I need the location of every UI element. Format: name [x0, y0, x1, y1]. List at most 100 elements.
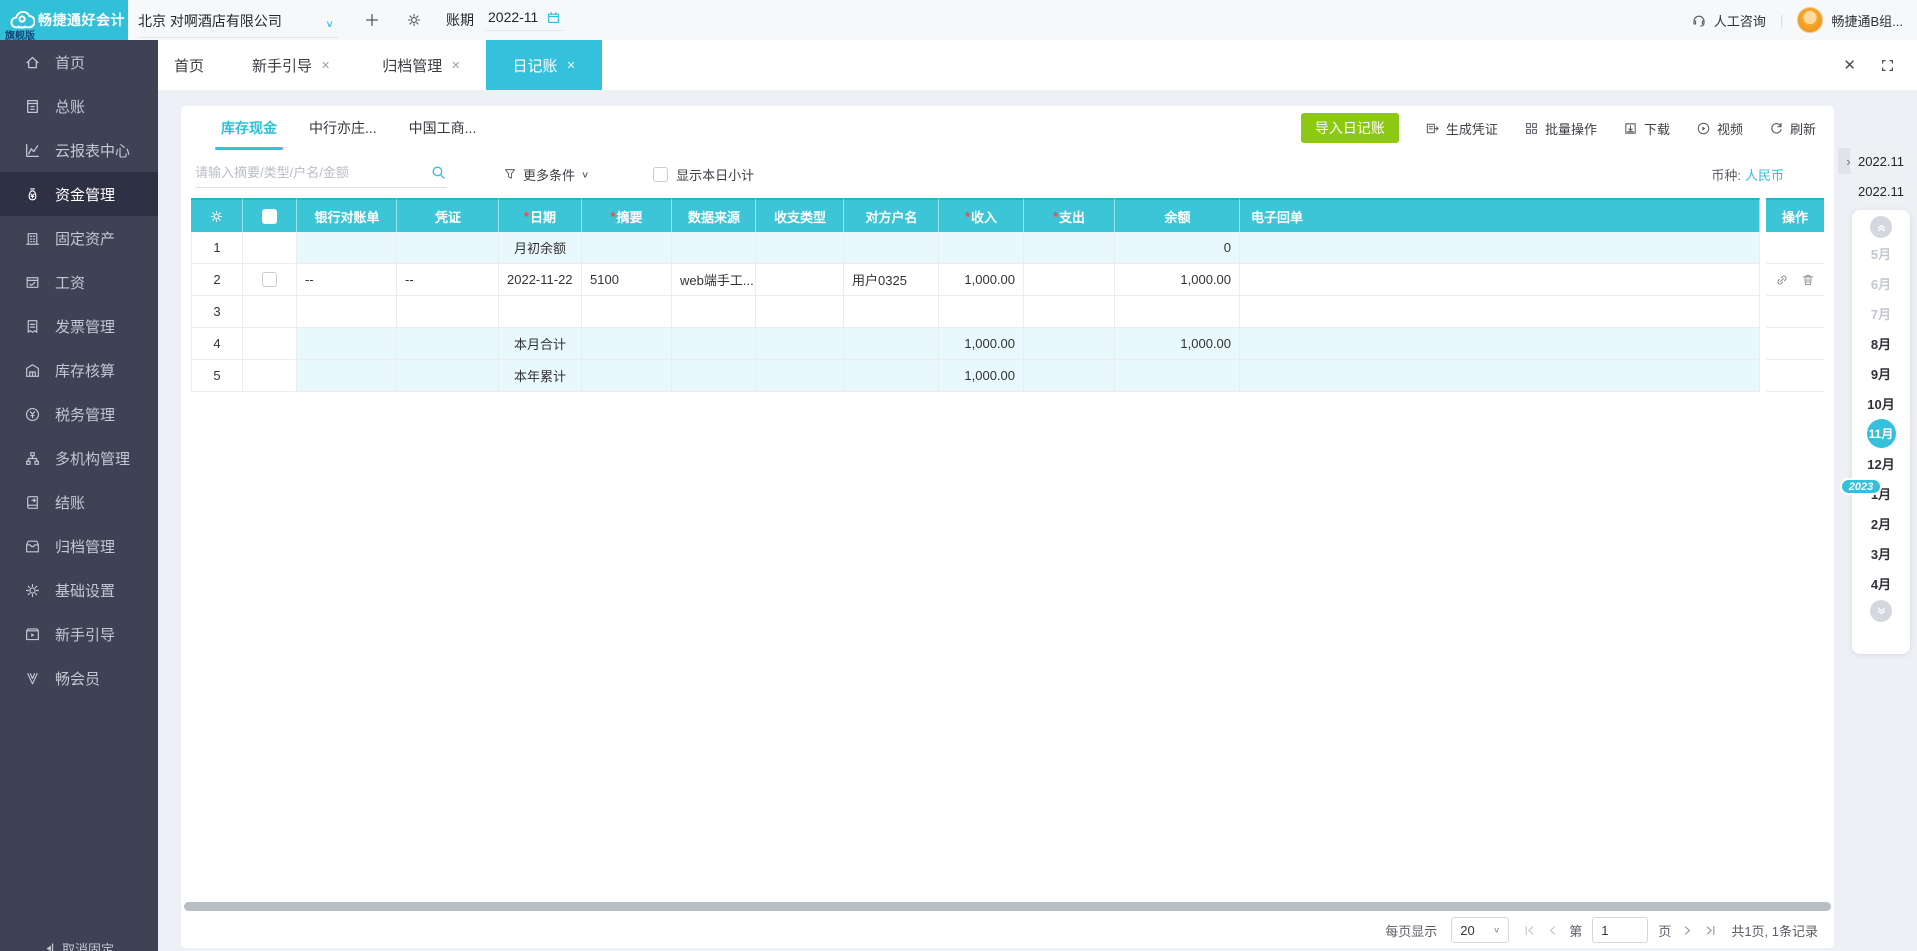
column-settings-icon[interactable] [209, 209, 224, 224]
subtab-bank-boc[interactable]: 中行亦庄... [309, 106, 377, 150]
video-button[interactable]: 视频 [1696, 119, 1743, 138]
company-selector[interactable]: 北京 对啊酒店有限公司 ∨ [138, 11, 338, 38]
cell-income: 1,000.00 [939, 360, 1024, 392]
month-item[interactable]: 8月 [1852, 328, 1910, 358]
tab-label: 日记账 [512, 57, 558, 75]
period-picker[interactable]: 2022-11 [486, 9, 564, 31]
generate-voucher-button[interactable]: 生成凭证 [1425, 119, 1498, 138]
select-all-checkbox[interactable] [262, 208, 277, 224]
sidebar-item-fixed-assets[interactable]: 固定资产 [0, 216, 158, 260]
page-number-input[interactable] [1592, 917, 1649, 943]
settings-icon[interactable] [406, 12, 422, 28]
sidebar-item-beginner-guide[interactable]: 新手引导 [0, 612, 158, 656]
horizontal-scrollbar[interactable] [184, 902, 1831, 911]
sidebar-item-funds-management[interactable]: 资金管理 [0, 172, 158, 216]
month-item[interactable]: 12月 [1852, 448, 1910, 478]
refresh-button[interactable]: 刷新 [1769, 119, 1816, 138]
tab-beginner-guide[interactable]: 新手引导 ✕ [226, 40, 356, 90]
search-icon[interactable] [430, 164, 447, 181]
calendar-icon [546, 10, 561, 25]
button-label: 下载 [1643, 121, 1670, 137]
search-input[interactable] [195, 165, 405, 180]
table-row-opening-balance: 1 月初余额 0 [191, 232, 1760, 264]
fullscreen-icon[interactable] [1880, 58, 1895, 73]
sidebar-item-basic-settings[interactable]: 基础设置 [0, 568, 158, 612]
topbar-right: 人工咨询 | 畅捷通B组... [1691, 7, 1917, 33]
row-number: 4 [191, 328, 243, 360]
cell-party[interactable]: 用户0325 [844, 264, 939, 296]
trash-icon[interactable] [1801, 273, 1815, 287]
month-item[interactable]: 2月 [1852, 508, 1910, 538]
unpin-sidebar-button[interactable]: 取消固定 [0, 939, 158, 951]
more-conditions-button[interactable]: 更多条件 ∨ [503, 165, 589, 184]
add-account-button[interactable] [364, 12, 380, 28]
tab-home[interactable]: 首页 [158, 40, 226, 90]
cell-date[interactable]: 2022-11-22 [499, 264, 582, 296]
sidebar-item-multi-org[interactable]: 多机构管理 [0, 436, 158, 480]
link-icon[interactable] [1775, 273, 1789, 287]
close-icon[interactable]: ✕ [1843, 58, 1856, 73]
search-box [195, 164, 447, 188]
month-item[interactable]: 6月 [1852, 268, 1910, 298]
first-page-icon[interactable] [1523, 924, 1536, 937]
month-item[interactable]: 4月 [1852, 568, 1910, 598]
table-row-entry: 2 -- -- 2022-11-22 5100 web端手工... 用户0325… [191, 264, 1760, 296]
close-tab-icon[interactable]: ✕ [321, 59, 330, 72]
cell-type[interactable] [756, 264, 844, 296]
tab-journal[interactable]: 日记账 ✕ [486, 40, 602, 90]
salary-icon [24, 274, 41, 291]
sidebar-item-salary[interactable]: 工资 [0, 260, 158, 304]
table-row-month-total: 4 本月合计 1,000.00 1,000.00 [191, 328, 1760, 360]
col-header-abstract: * 摘要 [582, 198, 672, 232]
sidebar-item-home[interactable]: 首页 [0, 40, 158, 84]
support-button[interactable]: 人工咨询 [1691, 11, 1766, 30]
headset-icon [1691, 12, 1707, 28]
download-button[interactable]: 下载 [1623, 119, 1670, 138]
brand-title: 畅捷通好会计 [38, 12, 125, 28]
daily-subtotal-checkbox[interactable] [653, 166, 669, 182]
month-item[interactable]: 7月 [1852, 298, 1910, 328]
cell-expense[interactable] [1024, 264, 1115, 296]
sidebar-item-cloud-reports[interactable]: 云报表中心 [0, 128, 158, 172]
sidebar-item-archive[interactable]: 归档管理 [0, 524, 158, 568]
col-header-party: 对方户名 [844, 198, 939, 232]
import-journal-button[interactable]: 导入日记账 [1300, 113, 1399, 143]
row-checkbox[interactable] [262, 272, 277, 287]
cell-income[interactable]: 1,000.00 [939, 264, 1024, 296]
sidebar-item-tax[interactable]: 税务管理 [0, 392, 158, 436]
username[interactable]: 畅捷通B组... [1831, 11, 1903, 30]
sidebar-item-member[interactable]: 畅会员 [0, 656, 158, 700]
month-item[interactable]: 9月 [1852, 358, 1910, 388]
close-tab-icon[interactable]: ✕ [567, 59, 576, 72]
last-page-icon[interactable] [1704, 924, 1717, 937]
per-page-select[interactable]: 20 ∨ [1451, 917, 1510, 943]
avatar[interactable] [1797, 7, 1824, 33]
sidebar-item-general-ledger[interactable]: 总账 [0, 84, 158, 128]
scroll-down-button[interactable] [1870, 600, 1892, 622]
currency-value-link[interactable]: 人民币 [1745, 165, 1784, 184]
sidebar-item-closing[interactable]: 结账 [0, 480, 158, 524]
app-root: 畅捷通好会计 旗舰版 北京 对啊酒店有限公司 ∨ 账期 2022-11 人工咨询 [0, 0, 1917, 951]
month-item[interactable]: 10月 [1852, 388, 1910, 418]
sidebar-item-invoice[interactable]: 发票管理 [0, 304, 158, 348]
month-item[interactable]: 3月 [1852, 538, 1910, 568]
button-label: 生成凭证 [1445, 121, 1498, 137]
period-box-selected[interactable]: 2022.11 [1850, 178, 1912, 204]
prev-page-icon[interactable] [1546, 924, 1559, 937]
scroll-up-button[interactable] [1870, 216, 1892, 238]
batch-operations-button[interactable]: 批量操作 [1524, 119, 1597, 138]
sidebar-item-inventory[interactable]: 库存核算 [0, 348, 158, 392]
subtab-bank-icbc[interactable]: 中国工商... [409, 106, 477, 150]
tab-archive[interactable]: 归档管理 ✕ [356, 40, 486, 90]
next-page-icon[interactable] [1681, 924, 1694, 937]
funnel-icon [503, 167, 517, 181]
period-box-current[interactable]: 2022.11 [1850, 148, 1912, 174]
close-tab-icon[interactable]: ✕ [451, 59, 460, 72]
sidebar-item-label: 基础设置 [55, 582, 116, 600]
daily-subtotal-toggle[interactable]: 显示本日小计 [653, 165, 754, 184]
month-item-selected[interactable]: 11月 [1852, 418, 1910, 448]
subtab-cash[interactable]: 库存现金 [215, 106, 283, 150]
month-item[interactable]: 5月 [1852, 238, 1910, 268]
unpin-label: 取消固定 [61, 942, 114, 951]
cell-abstract[interactable]: 5100 [582, 264, 672, 296]
